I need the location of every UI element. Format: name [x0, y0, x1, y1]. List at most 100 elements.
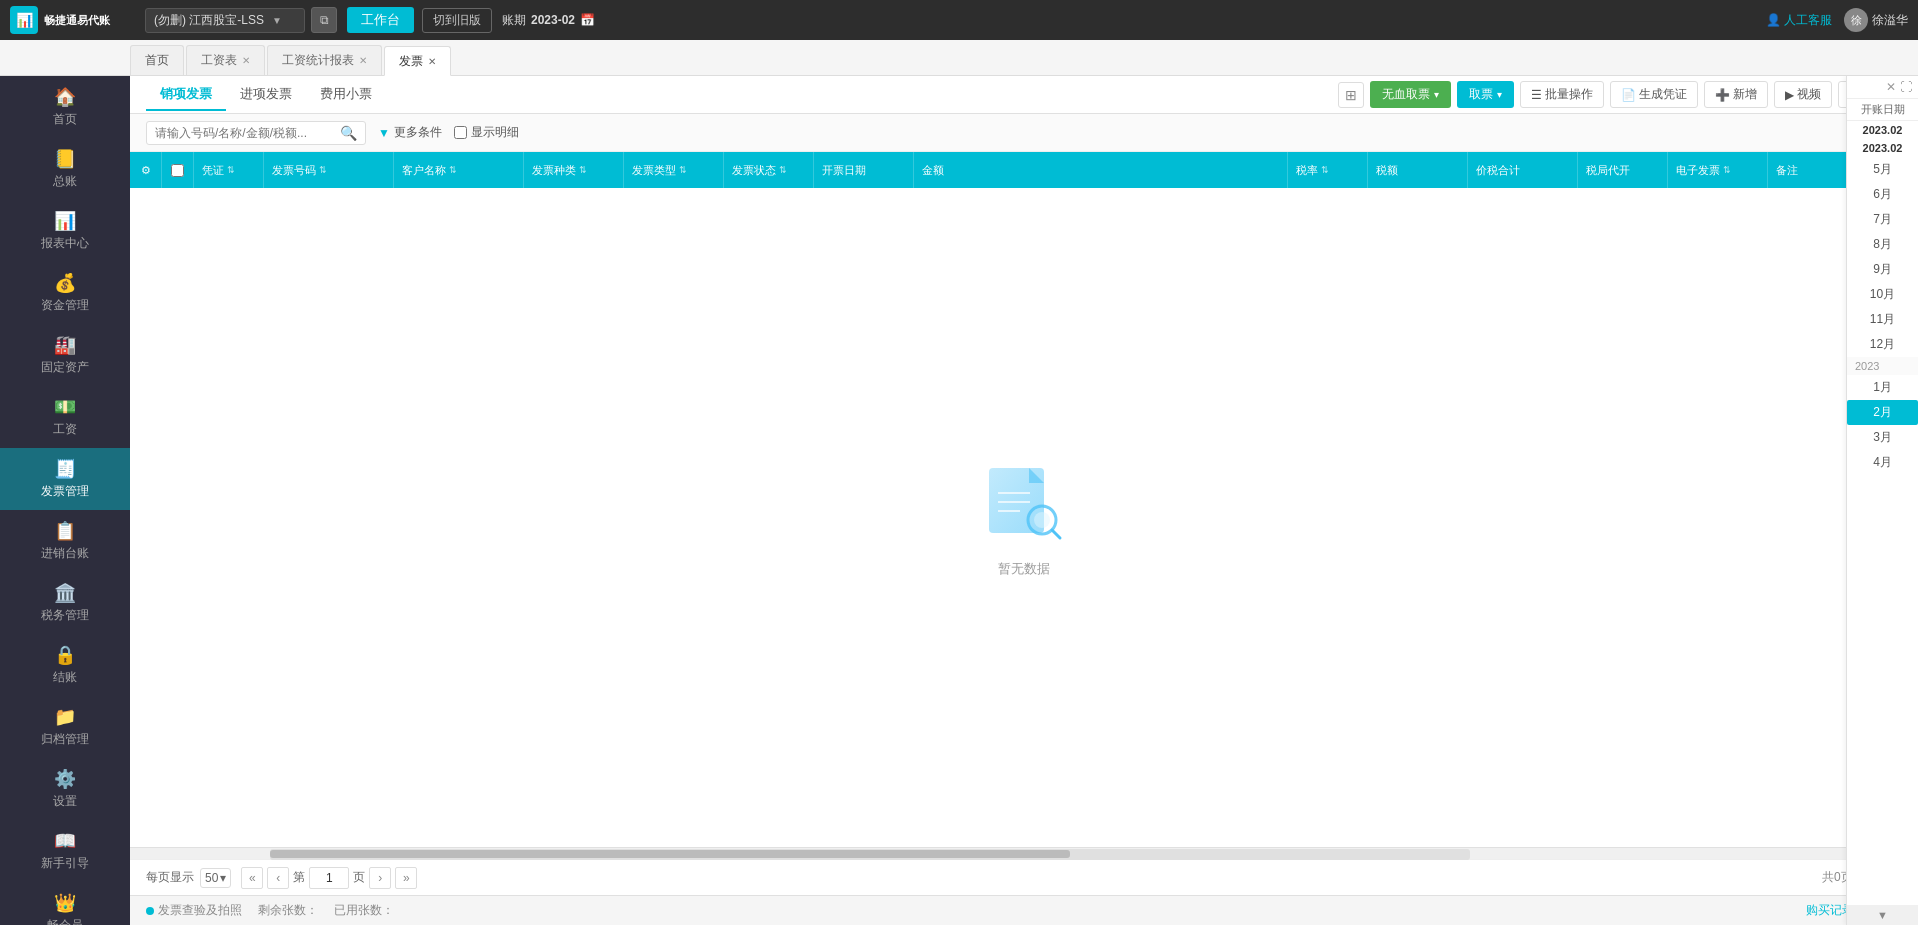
th-remark: 备注	[1768, 152, 1848, 188]
sidebar-item-guide[interactable]: 📖 新手引导	[0, 820, 130, 882]
grid-view-button[interactable]: ⊞	[1338, 82, 1364, 108]
no-ticket-button[interactable]: 无血取票 ▾	[1370, 81, 1451, 108]
sidebar-item-close-label: 结账	[53, 669, 77, 686]
tax-rate-sort-icon[interactable]: ⇅	[1321, 165, 1329, 175]
period-month-12[interactable]: 12月	[1847, 332, 1918, 357]
period-month-2023-02-2[interactable]: 2023.02	[1847, 139, 1918, 157]
get-ticket-button[interactable]: 取票 ▾	[1457, 81, 1514, 108]
page-input[interactable]	[309, 867, 349, 889]
sidebar-item-archive[interactable]: 📁 归档管理	[0, 696, 130, 758]
period-month-11[interactable]: 11月	[1847, 307, 1918, 332]
sidebar-item-home[interactable]: 🏠 首页	[0, 76, 130, 138]
no-ticket-label: 无血取票	[1382, 86, 1430, 103]
period-month-5[interactable]: 5月	[1847, 157, 1918, 182]
th-checkbox[interactable]	[162, 152, 194, 188]
prev-page-button[interactable]: ‹	[267, 867, 289, 889]
sub-tab-sales-invoice[interactable]: 销项发票	[146, 79, 226, 111]
show-detail-label: 显示明细	[471, 124, 519, 141]
per-page-label: 每页显示	[146, 869, 194, 886]
search-input[interactable]	[155, 126, 340, 140]
scrollbar-thumb[interactable]	[270, 850, 1070, 858]
customer-sort-icon[interactable]: ⇅	[449, 165, 457, 175]
tab-salary-stats-close[interactable]: ✕	[359, 55, 367, 66]
avatar: 徐	[1844, 8, 1868, 32]
search-icon[interactable]: 🔍	[340, 125, 357, 141]
sub-tab-expense-receipt[interactable]: 费用小票	[306, 79, 386, 111]
tab-salary-table[interactable]: 工资表 ✕	[186, 45, 265, 75]
batch-op-button[interactable]: ☰ 批量操作	[1520, 81, 1604, 108]
th-total-label: 价税合计	[1476, 163, 1520, 178]
th-e-invoice: 电子发票 ⇅	[1668, 152, 1768, 188]
service-link[interactable]: 👤 人工客服	[1766, 12, 1832, 29]
more-filter-button[interactable]: ▼ 更多条件	[378, 124, 442, 141]
copy-company-button[interactable]: ⧉	[311, 7, 337, 33]
tab-home[interactable]: 首页	[130, 45, 184, 75]
sub-tab-sales-invoice-label: 销项发票	[160, 86, 212, 101]
sub-tabs: 销项发票 进项发票 费用小票 ⊞ 无血取票 ▾ 取票 ▾ ☰	[130, 76, 1918, 114]
company-selector[interactable]: (勿删) 江西股宝-LSS ▼	[145, 8, 305, 33]
inv-category-sort-icon[interactable]: ⇅	[679, 165, 687, 175]
period-month-9[interactable]: 9月	[1847, 257, 1918, 282]
logo-icon: 📊	[10, 6, 38, 34]
sidebar-item-reports[interactable]: 📊 报表中心	[0, 200, 130, 262]
first-page-button[interactable]: «	[241, 867, 263, 889]
right-panel-close-button[interactable]: ✕	[1886, 80, 1896, 94]
select-all-checkbox[interactable]	[171, 164, 184, 177]
calendar-icon[interactable]: 📅	[580, 13, 595, 27]
sidebar-item-close[interactable]: 🔒 结账	[0, 634, 130, 696]
period-month-7[interactable]: 7月	[1847, 207, 1918, 232]
tab-invoice-close[interactable]: ✕	[428, 56, 436, 67]
show-detail-checkbox[interactable]	[454, 126, 467, 139]
period-month-1[interactable]: 1月	[1847, 375, 1918, 400]
status-sort-icon[interactable]: ⇅	[779, 165, 787, 175]
period-month-10[interactable]: 10月	[1847, 282, 1918, 307]
sidebar-item-purchase-sales-label: 进销台账	[41, 545, 89, 562]
period-scroll-down-button[interactable]: ▼	[1847, 905, 1918, 925]
period-month-6[interactable]: 6月	[1847, 182, 1918, 207]
period-month-4[interactable]: 4月	[1847, 450, 1918, 475]
sub-tab-purchase-invoice[interactable]: 进项发票	[226, 79, 306, 111]
sidebar-item-tax[interactable]: 🏛️ 税务管理	[0, 572, 130, 634]
batch-op-label: 批量操作	[1545, 86, 1593, 103]
th-voucher-label: 凭证	[202, 163, 224, 178]
workbench-button[interactable]: 工作台	[347, 7, 414, 33]
video-button[interactable]: ▶ 视频	[1774, 81, 1832, 108]
inv-type-sort-icon[interactable]: ⇅	[579, 165, 587, 175]
get-ticket-label: 取票	[1469, 86, 1493, 103]
sidebar-item-funds[interactable]: 💰 资金管理	[0, 262, 130, 324]
invoice-no-sort-icon[interactable]: ⇅	[319, 165, 327, 175]
right-panel-expand-button[interactable]: ⛶	[1900, 80, 1912, 94]
empty-icon	[974, 458, 1074, 548]
gen-voucher-button[interactable]: 📄 生成凭证	[1610, 81, 1698, 108]
sidebar-item-home-label: 首页	[53, 111, 77, 128]
sidebar-item-settings[interactable]: ⚙️ 设置	[0, 758, 130, 820]
sidebar-item-member[interactable]: 👑 畅会员	[0, 882, 130, 925]
voucher-sort-icon[interactable]: ⇅	[227, 165, 235, 175]
invoice-check-dot	[146, 907, 154, 915]
tab-salary-stats[interactable]: 工资统计报表 ✕	[267, 45, 382, 75]
next-page-button[interactable]: ›	[369, 867, 391, 889]
sidebar-item-tax-label: 税务管理	[41, 607, 89, 624]
page-size-select[interactable]: 50 ▾	[200, 868, 231, 888]
user-area[interactable]: 徐 徐溢华	[1844, 8, 1908, 32]
main-layout: 🏠 首页 📒 总账 📊 报表中心 💰 资金管理 🏭 固定资产 💵 工资 🧾 发票…	[0, 76, 1918, 925]
new-button[interactable]: ➕ 新增	[1704, 81, 1768, 108]
period-month-2-active[interactable]: 2月	[1847, 400, 1918, 425]
e-invoice-sort-icon[interactable]: ⇅	[1723, 165, 1731, 175]
last-page-button[interactable]: »	[395, 867, 417, 889]
tab-salary-table-close[interactable]: ✕	[242, 55, 250, 66]
th-settings[interactable]: ⚙	[130, 152, 162, 188]
period-month-2023-02-1[interactable]: 2023.02	[1847, 121, 1918, 139]
sidebar-item-purchase-sales[interactable]: 📋 进销台账	[0, 510, 130, 572]
tab-salary-table-label: 工资表	[201, 52, 237, 69]
purchase-sales-icon: 📋	[54, 520, 76, 542]
period-month-3[interactable]: 3月	[1847, 425, 1918, 450]
th-date: 开票日期	[814, 152, 914, 188]
tab-invoice[interactable]: 发票 ✕	[384, 46, 451, 76]
switch-old-button[interactable]: 切到旧版	[422, 8, 492, 33]
sidebar-item-assets[interactable]: 🏭 固定资产	[0, 324, 130, 386]
sidebar-item-invoice-mgmt[interactable]: 🧾 发票管理	[0, 448, 130, 510]
sidebar-item-salary[interactable]: 💵 工资	[0, 386, 130, 448]
sidebar-item-ledger[interactable]: 📒 总账	[0, 138, 130, 200]
period-month-8[interactable]: 8月	[1847, 232, 1918, 257]
